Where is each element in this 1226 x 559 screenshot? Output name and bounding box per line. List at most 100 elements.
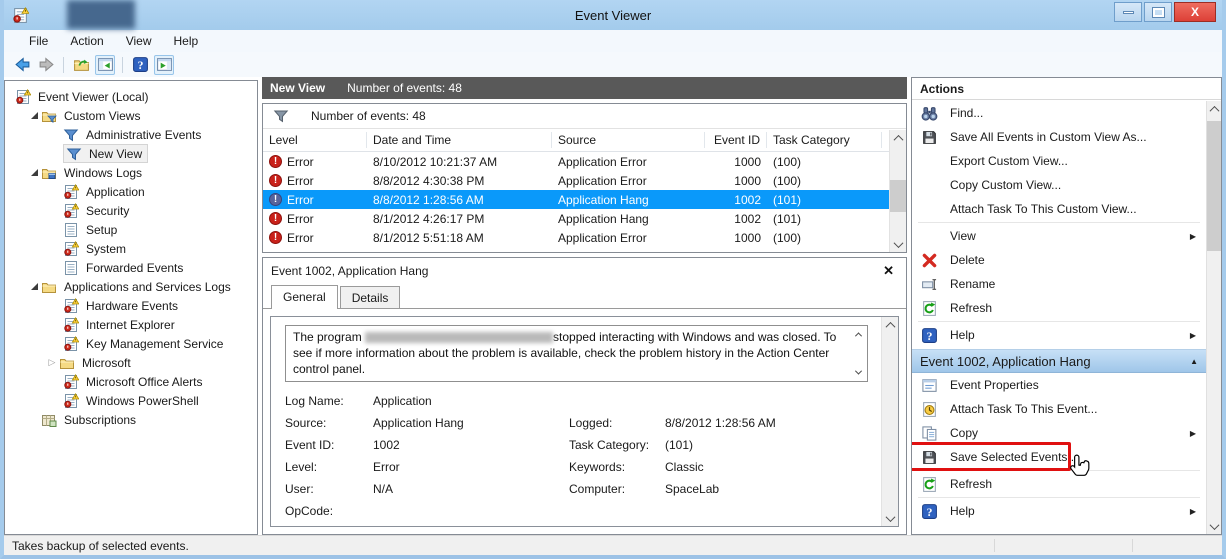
expander-open-icon[interactable] [27,112,41,119]
table-row[interactable]: !Error 8/1/2012 5:51:18 AM Application E… [263,228,906,247]
scroll-up-icon[interactable] [1207,101,1221,117]
scroll-up-icon[interactable] [882,317,898,333]
table-row[interactable]: !Error 8/10/2012 10:21:37 AM Application… [263,152,906,171]
tree-item-microsoft-office-alerts[interactable]: Microsoft Office Alerts [5,372,257,391]
action-attach-task-custom-view[interactable]: Attach Task To This Custom View... [912,197,1206,221]
action-rename[interactable]: Rename [912,272,1206,296]
submenu-arrow-icon: ▶ [1190,331,1196,340]
scroll-down-icon[interactable] [890,236,906,252]
menu-view[interactable]: View [115,32,163,50]
expander-closed-icon[interactable]: ▷ [45,358,59,367]
action-refresh[interactable]: Refresh [912,296,1206,320]
scrollbar-thumb[interactable] [1207,121,1221,251]
tree-item-administrative-events[interactable]: Administrative Events [5,125,257,144]
help-icon [132,56,149,73]
action-view-submenu[interactable]: View ▶ [912,224,1206,248]
tree-item-new-view[interactable]: New View [5,144,257,163]
column-task-category[interactable]: Task Category [767,132,882,148]
back-button[interactable] [12,55,32,75]
collapse-arrow-icon[interactable]: ▲ [1190,357,1198,366]
tree-item-hardware-events[interactable]: Hardware Events [5,296,257,315]
event-log-icon [63,260,79,276]
column-date-time[interactable]: Date and Time [367,132,552,148]
menu-help[interactable]: Help [163,32,210,50]
error-icon: ! [269,231,282,244]
event-list-scrollbar[interactable] [889,130,906,252]
actions-section-header[interactable]: Event 1002, Application Hang ▲ [912,349,1206,373]
scroll-up-icon[interactable] [890,130,906,146]
action-event-properties[interactable]: Event Properties [912,373,1206,397]
tree-item-custom-views[interactable]: Custom Views [5,106,257,125]
rename-icon [921,276,938,293]
scroll-down-icon[interactable] [882,510,898,526]
field-label: Log Name: [285,394,373,408]
event-log-icon [63,184,79,200]
tree-item-microsoft[interactable]: ▷ Microsoft [5,353,257,372]
details-scrollbar[interactable] [881,317,898,526]
event-log-icon [63,222,79,238]
tree-item-setup[interactable]: Setup [5,220,257,239]
action-copy-custom-view[interactable]: Copy Custom View... [912,173,1206,197]
action-save-selected-events[interactable]: Save Selected Events... [912,445,1206,469]
maximize-button[interactable] [1144,2,1172,22]
scrollbar-thumb[interactable] [890,180,906,212]
expander-open-icon[interactable] [27,169,41,176]
toggle-console-tree-button[interactable] [95,55,115,75]
help-button[interactable] [130,55,150,75]
filter-summary-row[interactable]: Number of events: 48 [263,104,906,129]
scroll-down-icon[interactable] [1207,518,1221,534]
event-log-icon [63,393,79,409]
tree-item-windows-logs[interactable]: Windows Logs [5,163,257,182]
tree-item-subscriptions[interactable]: Subscriptions [5,410,257,429]
action-save-all-events[interactable]: Save All Events in Custom View As... [912,125,1206,149]
menu-action[interactable]: Action [59,32,114,50]
tab-general[interactable]: General [271,285,338,309]
action-help-event-submenu[interactable]: Help ▶ [912,499,1206,523]
action-delete[interactable]: Delete [912,248,1206,272]
expander-open-icon[interactable] [27,283,41,290]
action-refresh-event[interactable]: Refresh [912,472,1206,496]
tree-item-event-viewer-local[interactable]: Event Viewer (Local) [5,87,257,106]
event-log-icon [63,374,79,390]
action-find[interactable]: Find... [912,101,1206,125]
action-attach-task-event[interactable]: Attach Task To This Event... [912,397,1206,421]
close-details-icon[interactable]: ✕ [879,263,898,279]
tree-item-internet-explorer[interactable]: Internet Explorer [5,315,257,334]
event-list-panel: Number of events: 48 Level Date and Time… [262,103,907,253]
tree-item-key-management-service[interactable]: Key Management Service [5,334,257,353]
tree-item-forwarded-events[interactable]: Forwarded Events [5,258,257,277]
action-copy-submenu[interactable]: Copy ▶ [912,421,1206,445]
column-level[interactable]: Level [263,132,367,148]
copy-icon [921,425,938,442]
toggle-action-pane-button[interactable] [154,55,174,75]
open-saved-log-button[interactable] [71,55,91,75]
open-folder-icon [73,56,90,73]
field-label: Event ID: [285,438,373,452]
scroll-up-icon[interactable] [852,328,865,341]
action-help-submenu[interactable]: Help ▶ [912,323,1206,347]
table-row[interactable]: !Error 8/8/2012 4:30:38 PM Application E… [263,171,906,190]
menu-file[interactable]: File [18,32,59,50]
event-message-box[interactable]: The program stopped interacting with Win… [285,325,868,382]
title-bar[interactable]: Event Viewer X [4,0,1222,30]
table-row-selected[interactable]: !Error 8/8/2012 1:28:56 AM Application H… [263,190,906,209]
tree-item-application[interactable]: Application [5,182,257,201]
tree-item-security[interactable]: Security [5,201,257,220]
action-export-custom-view[interactable]: Export Custom View... [912,149,1206,173]
tree-item-windows-powershell[interactable]: Windows PowerShell [5,391,257,410]
forward-button[interactable] [36,55,56,75]
table-row[interactable]: !Error 8/1/2012 4:26:17 PM Application H… [263,209,906,228]
column-event-id[interactable]: Event ID [705,132,767,148]
actions-scrollbar[interactable] [1206,101,1221,534]
details-body: The program stopped interacting with Win… [270,316,899,527]
minimize-button[interactable] [1114,2,1142,22]
column-source[interactable]: Source [552,132,705,148]
forward-arrow-icon [38,56,55,73]
scroll-down-icon[interactable] [852,366,865,379]
tree-item-system[interactable]: System [5,239,257,258]
tree-item-applications-services-logs[interactable]: Applications and Services Logs [5,277,257,296]
tab-details[interactable]: Details [340,286,401,308]
close-button[interactable]: X [1174,2,1216,22]
field-label: OpCode: [285,504,373,518]
redacted-program-name [365,332,553,343]
